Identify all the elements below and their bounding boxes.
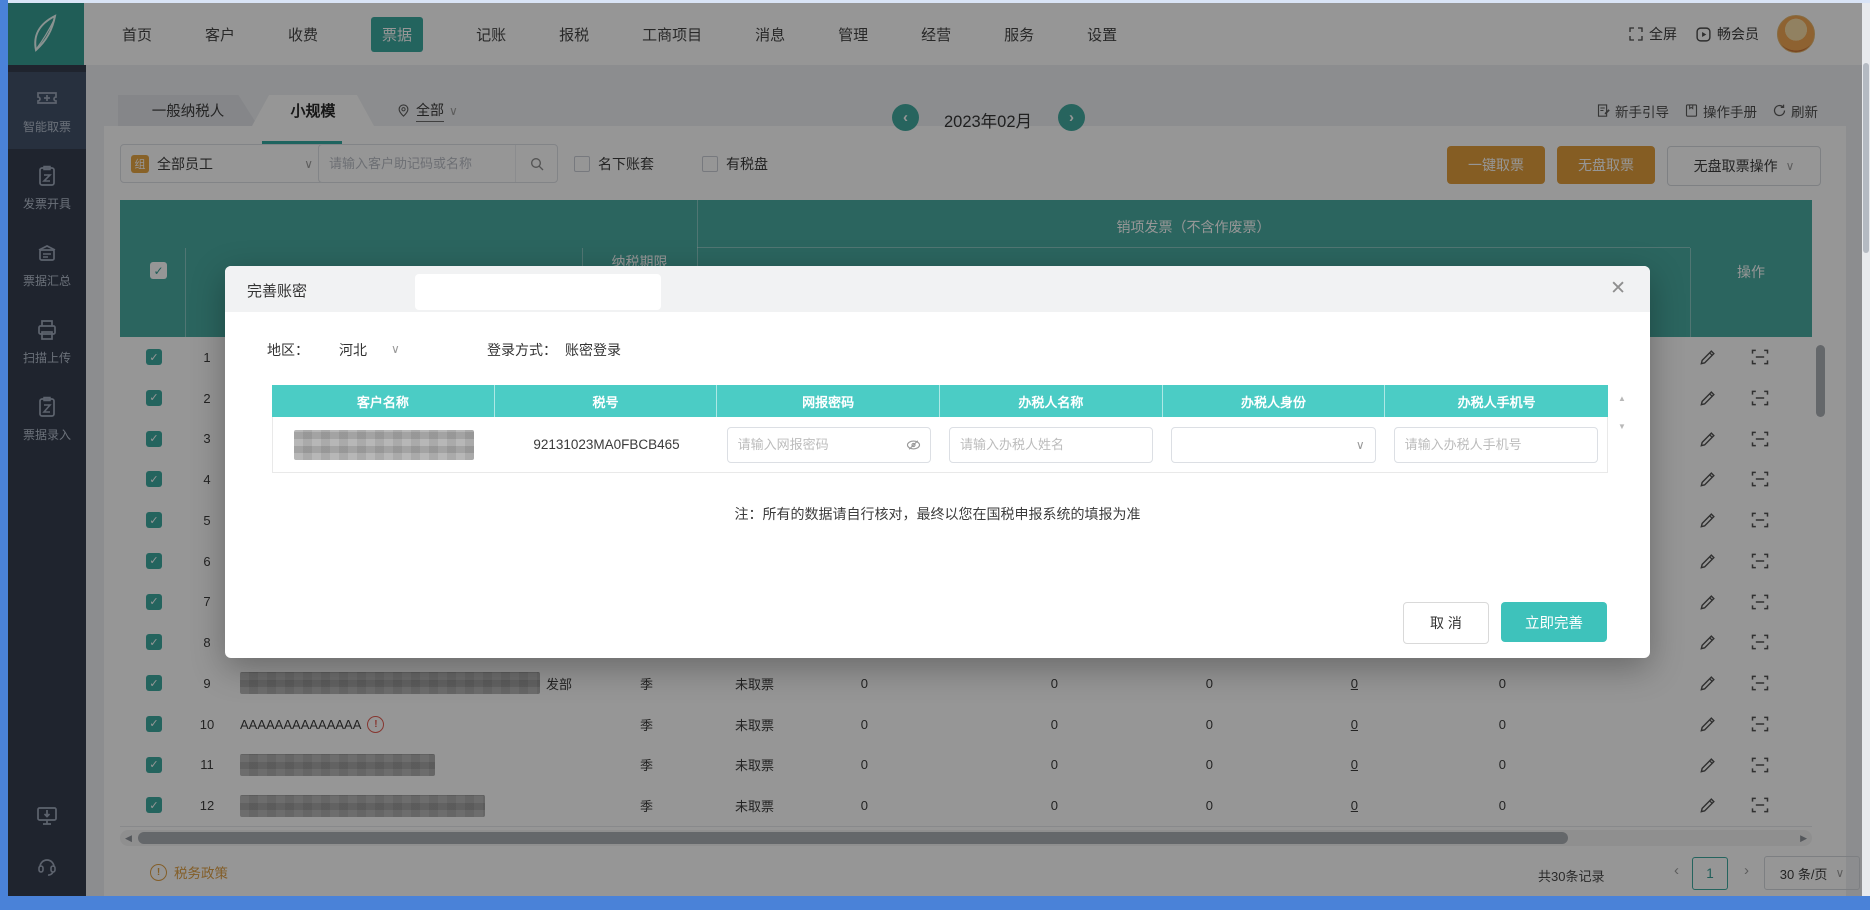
window-bottom-edge — [0, 896, 1870, 910]
window-top-edge — [0, 0, 1870, 3]
region-field-value[interactable]: 河北 — [339, 340, 367, 360]
dialog-note: 注：所有的数据请自行核对，最终以您在国税申报系统的填报为准 — [734, 506, 1141, 522]
login-mode-label: 登录方式： — [487, 342, 557, 358]
confirm-button[interactable]: 立即完善 — [1501, 602, 1607, 642]
col-web-password: 网报密码 — [717, 385, 940, 417]
web-password-input[interactable] — [726, 426, 931, 463]
window-left-edge — [0, 0, 8, 910]
floating-white-block — [415, 274, 661, 310]
agent-phone-input[interactable] — [1393, 426, 1598, 463]
login-mode-value: 账密登录 — [565, 342, 621, 358]
tax-number-value: 92131023MA0FBCB465 — [533, 437, 680, 452]
region-field-label: 地区： — [267, 342, 309, 358]
complete-credentials-dialog: 完善账密 ✕ 地区： 河北 ∨ 登录方式： 账密登录 客户名称 税号 网报密码 … — [225, 266, 1650, 658]
credentials-table: 客户名称 税号 网报密码 办税人名称 办税人身份 办税人手机号 92131023… — [272, 385, 1608, 473]
browser-scrollbar[interactable] — [1862, 3, 1870, 896]
credentials-table-row: 92131023MA0FBCB465 ∨ — [272, 417, 1608, 473]
col-customer-name: 客户名称 — [272, 385, 495, 417]
agent-name-input[interactable] — [948, 426, 1154, 463]
col-agent-phone: 办税人手机号 — [1457, 394, 1536, 410]
eye-off-icon[interactable] — [905, 436, 922, 453]
chevron-down-icon[interactable]: ∨ — [391, 342, 400, 356]
scroll-up-icon[interactable]: ▲ — [1615, 394, 1629, 403]
col-agent-identity: 办税人身份 — [1163, 385, 1386, 417]
chevron-down-icon: ∨ — [1355, 437, 1365, 452]
redacted-customer-name — [294, 429, 475, 460]
close-icon[interactable]: ✕ — [1610, 277, 1626, 300]
agent-identity-select[interactable]: ∨ — [1171, 426, 1376, 463]
scroll-down-icon[interactable]: ▼ — [1615, 422, 1629, 431]
credentials-table-header: 客户名称 税号 网报密码 办税人名称 办税人身份 办税人手机号 — [272, 385, 1608, 417]
col-tax-number: 税号 — [495, 385, 718, 417]
col-agent-name: 办税人名称 — [940, 385, 1163, 417]
dialog-title: 完善账密 — [247, 283, 308, 300]
cancel-button[interactable]: 取 消 — [1403, 602, 1489, 644]
browser-scrollbar-thumb[interactable] — [1863, 63, 1869, 253]
